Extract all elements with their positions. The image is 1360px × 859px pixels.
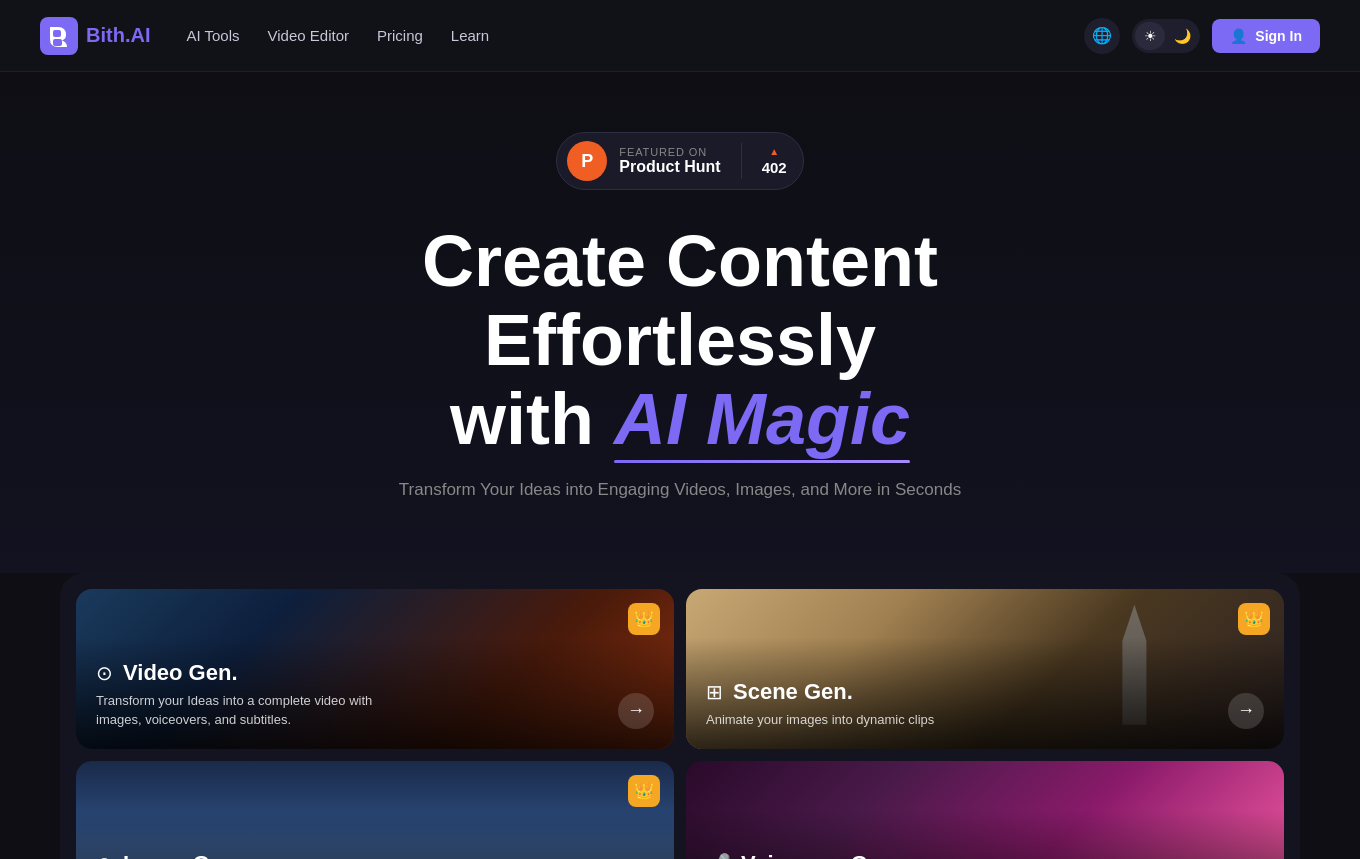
scene-gen-icon: ⊞	[706, 680, 723, 704]
logo-text: Bith.AI	[86, 24, 150, 47]
nav-link-video-editor[interactable]: Video Editor	[268, 27, 349, 44]
hero-title-ai-magic: AI Magic	[614, 379, 910, 459]
navbar: Bith.AI AI Tools Video Editor Pricing Le…	[0, 0, 1360, 72]
card-scene-gen[interactable]: 👑 ⊞ Scene Gen. Animate your images into …	[686, 589, 1284, 749]
svg-rect-1	[53, 30, 61, 37]
card-image-gen-title-row: ⊙ Image Gen.	[96, 851, 654, 859]
ph-text: FEATURED ON Product Hunt	[619, 146, 720, 176]
svg-rect-2	[53, 39, 62, 46]
hero-title-line1: Create Content Effortlessly	[422, 221, 938, 380]
scene-gen-title: Scene Gen.	[733, 679, 853, 705]
light-theme-button[interactable]: ☀	[1135, 22, 1165, 50]
globe-button[interactable]: 🌐	[1084, 18, 1120, 54]
nav-link-learn[interactable]: Learn	[451, 27, 489, 44]
moon-icon: 🌙	[1174, 28, 1191, 44]
card-scene-gen-content: ⊞ Scene Gen. Animate your images into dy…	[686, 589, 1284, 749]
ph-divider	[741, 143, 742, 179]
theme-toggle: ☀ 🌙	[1132, 19, 1200, 53]
hero-title-line2-prefix: with	[450, 379, 614, 459]
card-video-gen-title-row: ⊙ Video Gen.	[96, 660, 654, 686]
ph-votes: ▲ 402	[762, 146, 787, 176]
voiceover-gen-title: Voiceover Gen.	[741, 851, 900, 859]
nav-item-video-editor[interactable]: Video Editor	[268, 27, 349, 45]
nav-link-pricing[interactable]: Pricing	[377, 27, 423, 44]
signin-button[interactable]: 👤 Sign In	[1212, 19, 1320, 53]
logo[interactable]: Bith.AI	[40, 17, 150, 55]
video-gen-arrow: →	[618, 693, 654, 729]
ph-arrow-icon: ▲	[769, 146, 779, 157]
logo-icon	[40, 17, 78, 55]
cards-section: 👑 ⊙ Video Gen. Transform your Ideas into…	[60, 573, 1300, 859]
card-voiceover-gen[interactable]: 🎤 Voiceover Gen. Create professional voi…	[686, 761, 1284, 859]
card-image-gen-content: ⊙ Image Gen. Generate stunning images fr…	[76, 761, 674, 859]
card-voiceover-gen-content: 🎤 Voiceover Gen. Create professional voi…	[686, 761, 1284, 859]
ph-vote-count: 402	[762, 159, 787, 176]
product-hunt-badge[interactable]: P FEATURED ON Product Hunt ▲ 402	[556, 132, 803, 190]
image-gen-title: Image Gen.	[123, 851, 242, 859]
hero-title: Create Content Effortlessly with AI Magi…	[230, 222, 1130, 460]
nav-right: 🌐 ☀ 🌙 👤 Sign In	[1084, 18, 1320, 54]
card-image-gen[interactable]: 👑 ⊙ Image Gen. Generate stunning images …	[76, 761, 674, 859]
signin-label: Sign In	[1255, 28, 1302, 44]
card-video-gen[interactable]: 👑 ⊙ Video Gen. Transform your Ideas into…	[76, 589, 674, 749]
ph-featured-label: FEATURED ON	[619, 146, 707, 158]
nav-links: AI Tools Video Editor Pricing Learn	[186, 27, 489, 45]
video-gen-desc: Transform your Ideas into a complete vid…	[96, 692, 416, 728]
user-icon: 👤	[1230, 28, 1247, 44]
video-gen-title: Video Gen.	[123, 660, 238, 686]
nav-link-ai-tools[interactable]: AI Tools	[186, 27, 239, 44]
sun-icon: ☀	[1144, 28, 1157, 44]
card-video-gen-content: ⊙ Video Gen. Transform your Ideas into a…	[76, 589, 674, 749]
voiceover-gen-icon: 🎤	[706, 852, 731, 859]
ph-logo: P	[567, 141, 607, 181]
card-voiceover-gen-title-row: 🎤 Voiceover Gen.	[706, 851, 1264, 859]
nav-item-learn[interactable]: Learn	[451, 27, 489, 45]
hero-subtitle: Transform Your Ideas into Engaging Video…	[399, 476, 961, 503]
ph-product-name: Product Hunt	[619, 158, 720, 176]
hero-section: P FEATURED ON Product Hunt ▲ 402 Create …	[0, 72, 1360, 573]
scene-gen-desc: Animate your images into dynamic clips	[706, 711, 1026, 729]
image-gen-icon: ⊙	[96, 852, 113, 859]
scene-gen-arrow: →	[1228, 693, 1264, 729]
dark-theme-button[interactable]: 🌙	[1167, 22, 1197, 50]
nav-left: Bith.AI AI Tools Video Editor Pricing Le…	[40, 17, 489, 55]
video-gen-icon: ⊙	[96, 661, 113, 685]
nav-item-pricing[interactable]: Pricing	[377, 27, 423, 45]
card-scene-gen-title-row: ⊞ Scene Gen.	[706, 679, 1264, 705]
globe-icon: 🌐	[1092, 26, 1112, 45]
nav-item-ai-tools[interactable]: AI Tools	[186, 27, 239, 45]
